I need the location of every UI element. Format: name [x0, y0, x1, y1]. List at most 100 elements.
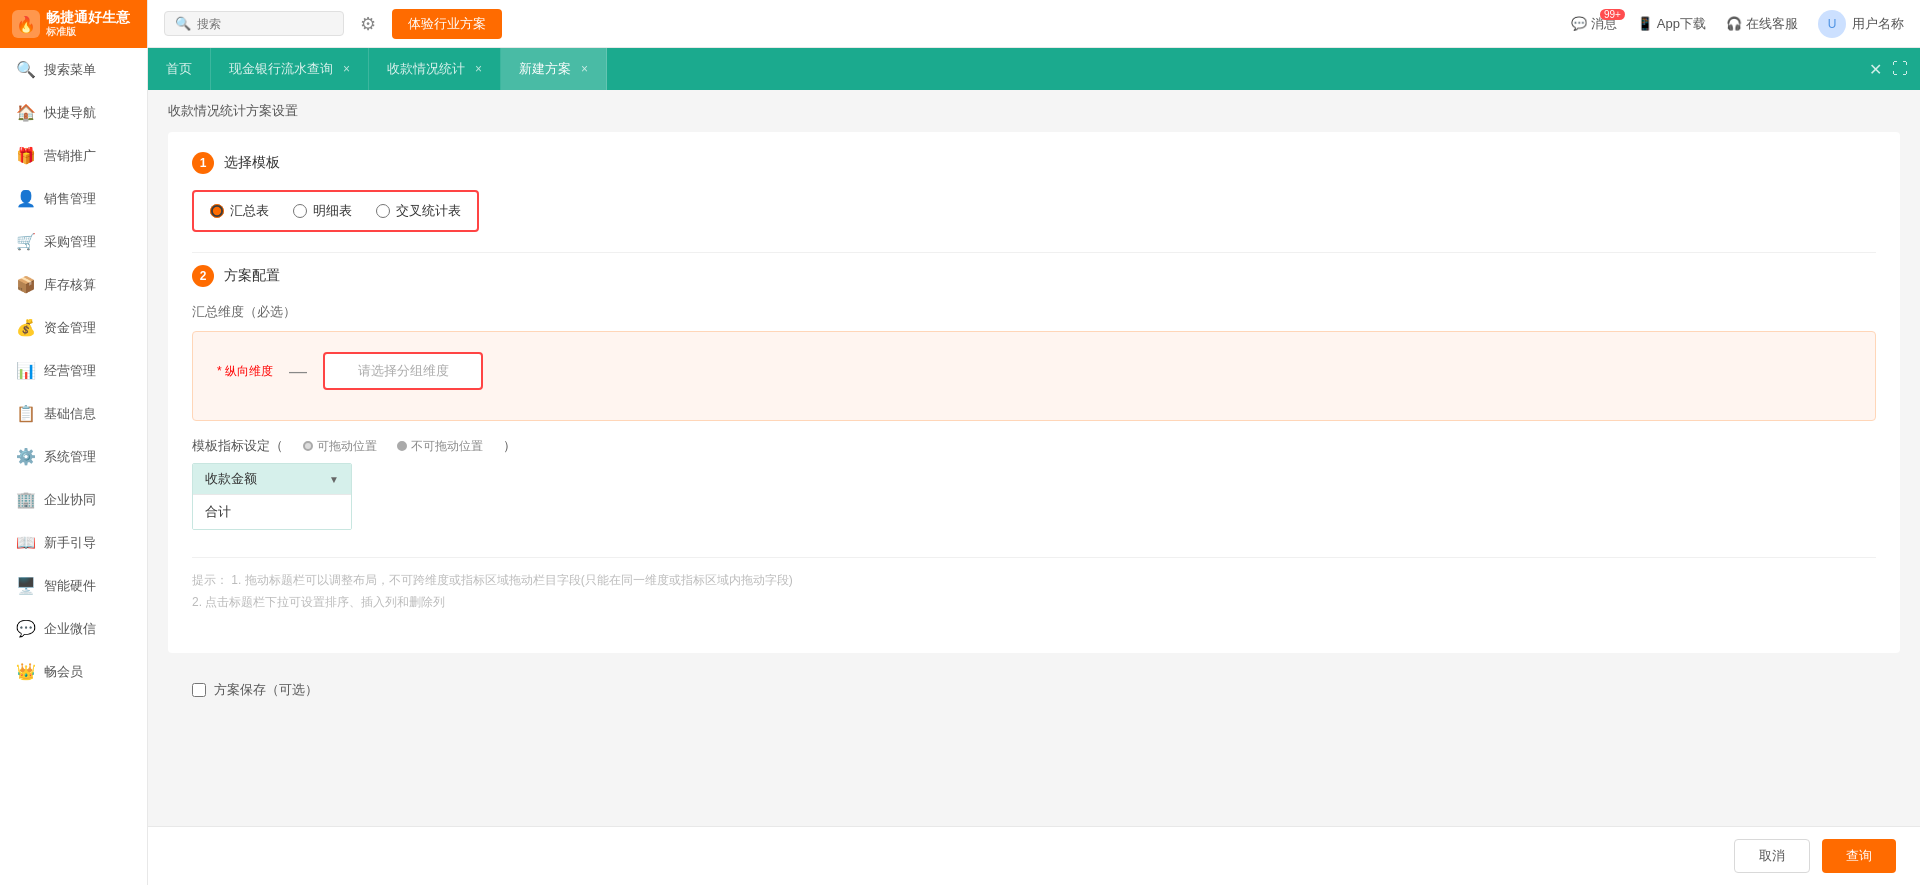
- gear-icon[interactable]: ⚙: [360, 13, 376, 35]
- sidebar-item-label: 新手引导: [44, 534, 96, 552]
- tab-home[interactable]: 首页: [148, 48, 211, 90]
- page-title: 收款情况统计方案设置: [168, 102, 1900, 120]
- sidebar-item-basic-info[interactable]: 📋基础信息: [0, 392, 147, 435]
- drag-dot-icon: [303, 441, 313, 451]
- sidebar-item-search-menu[interactable]: 🔍 搜索菜单: [0, 48, 147, 91]
- save-label: 方案保存（可选）: [214, 681, 318, 699]
- expand-window-icon[interactable]: ⛶: [1892, 60, 1908, 78]
- sidebar-item-label: 畅会员: [44, 663, 83, 681]
- template-selector: 汇总表 明细表 交叉统计表: [192, 190, 479, 232]
- sidebar-item-finance[interactable]: 💰资金管理: [0, 306, 147, 349]
- notification-badge[interactable]: 💬 消息 99+: [1571, 15, 1617, 33]
- operation-icon: 📊: [16, 361, 34, 380]
- step1-number: 1: [192, 152, 214, 174]
- support-icon: 🎧: [1726, 16, 1742, 31]
- hardware-icon: 🖥️: [16, 576, 34, 595]
- topbar: 🔍 ⚙ 体验行业方案 💬 消息 99+ 📱 App下载 🎧 在线客服 U 用户名…: [148, 0, 1920, 48]
- close-window-icon[interactable]: ✕: [1869, 60, 1882, 79]
- search-icon: 🔍: [175, 16, 191, 31]
- tabs-actions: ✕ ⛶: [1857, 48, 1920, 90]
- radio-summary[interactable]: 汇总表: [210, 202, 269, 220]
- search-menu-icon: 🔍: [16, 60, 34, 79]
- sidebar: 🔥 畅捷通好生意 标准版 🔍搜索菜单🏠快捷导航🎁营销推广👤销售管理🛒采购管理📦库…: [0, 0, 148, 885]
- metrics-label: 模板指标设定（ 可拖动位置 不可拖动位置 ）: [192, 437, 1876, 455]
- download-icon: 📱: [1637, 16, 1653, 31]
- dimension-selector[interactable]: 请选择分组维度: [323, 352, 483, 390]
- sidebar-item-operation[interactable]: 📊经营管理: [0, 349, 147, 392]
- sidebar-item-wechat[interactable]: 💬企业微信: [0, 607, 147, 650]
- sidebar-item-system[interactable]: ⚙️系统管理: [0, 435, 147, 478]
- marketing-icon: 🎁: [16, 146, 34, 165]
- no-draggable-label: 不可拖动位置: [411, 438, 483, 455]
- sidebar-item-label: 营销推广: [44, 147, 96, 165]
- step1-header: 1 选择模板: [192, 152, 1876, 174]
- sidebar-item-label: 库存核算: [44, 276, 96, 294]
- dimension-label: 汇总维度（必选）: [192, 303, 1876, 321]
- tip-2: 2. 点击标题栏下拉可设置排序、插入列和删除列: [192, 592, 1876, 614]
- sidebar-item-quick-nav[interactable]: 🏠快捷导航: [0, 91, 147, 134]
- search-input[interactable]: [197, 17, 327, 31]
- radio-detail[interactable]: 明细表: [293, 202, 352, 220]
- divider-1: [192, 252, 1876, 253]
- tabs-bar: 首页 现金银行流水查询 × 收款情况统计 × 新建方案 × ✕ ⛶: [148, 48, 1920, 90]
- sidebar-item-purchase[interactable]: 🛒采购管理: [0, 220, 147, 263]
- sidebar-item-inventory[interactable]: 📦 库存核算: [0, 263, 147, 306]
- online-support[interactable]: 🎧 在线客服: [1726, 15, 1798, 33]
- radio-cross-input[interactable]: [376, 204, 390, 218]
- tab-collection-stat[interactable]: 收款情况统计 ×: [369, 48, 501, 90]
- sidebar-item-label: 资金管理: [44, 319, 96, 337]
- tab-bank-flow-label: 现金银行流水查询: [229, 60, 333, 78]
- sidebar-item-label: 智能硬件: [44, 577, 96, 595]
- metrics-dropdown-icon[interactable]: ▼: [329, 474, 339, 485]
- step2-section: 2 方案配置 汇总维度（必选） 纵向维度 — 请选择分组维度: [192, 265, 1876, 613]
- sidebar-item-hardware[interactable]: 🖥️ 智能硬件: [0, 564, 147, 607]
- save-checkbox[interactable]: [192, 683, 206, 697]
- tab-new-plan-close[interactable]: ×: [581, 62, 588, 76]
- step1-section: 1 选择模板 汇总表 明细表: [192, 152, 1876, 232]
- sidebar-item-guide[interactable]: 📖 新手引导: [0, 521, 147, 564]
- tab-collection-stat-label: 收款情况统计: [387, 60, 465, 78]
- sidebar-item-sales[interactable]: 👤销售管理: [0, 177, 147, 220]
- tab-new-plan[interactable]: 新建方案 ×: [501, 48, 607, 90]
- guide-icon: 📖: [16, 533, 34, 552]
- sidebar-item-label: 企业协同: [44, 491, 96, 509]
- tip-1-text: 1. 拖动标题栏可以调整布局，不可跨维度或指标区域拖动栏目字段(只能在同一维度或…: [231, 573, 792, 587]
- draggable-label: 可拖动位置: [317, 438, 377, 455]
- sidebar-item-marketing[interactable]: 🎁 营销推广: [0, 134, 147, 177]
- no-drag-dot-icon: [397, 441, 407, 451]
- enterprise-icon: 🏢: [16, 490, 34, 509]
- message-icon: 💬: [1571, 16, 1587, 31]
- tab-bank-flow-close[interactable]: ×: [343, 62, 350, 76]
- radio-summary-input[interactable]: [210, 204, 224, 218]
- draggable-badge: 可拖动位置: [303, 438, 377, 455]
- main-card: 1 选择模板 汇总表 明细表: [168, 132, 1900, 653]
- app-download[interactable]: 📱 App下载: [1637, 15, 1706, 33]
- quick-nav-icon: 🏠: [16, 103, 34, 122]
- arrow-icon: —: [289, 361, 307, 382]
- query-button[interactable]: 查询: [1822, 839, 1896, 873]
- step2-header: 2 方案配置: [192, 265, 1876, 287]
- trial-button[interactable]: 体验行业方案: [392, 9, 502, 39]
- notification-count: 99+: [1600, 9, 1625, 20]
- radio-detail-input[interactable]: [293, 204, 307, 218]
- cancel-button[interactable]: 取消: [1734, 839, 1810, 873]
- user-info[interactable]: U 用户名称: [1818, 10, 1904, 38]
- inventory-icon: 📦: [16, 275, 34, 294]
- logo-icon: 🔥: [12, 10, 40, 38]
- avatar: U: [1818, 10, 1846, 38]
- page-container: 收款情况统计方案设置 1 选择模板 汇总表: [148, 90, 1920, 715]
- basic-info-icon: 📋: [16, 404, 34, 423]
- search-box[interactable]: 🔍: [164, 11, 344, 36]
- radio-cross[interactable]: 交叉统计表: [376, 202, 461, 220]
- sidebar-item-member[interactable]: 👑畅会员: [0, 650, 147, 693]
- sales-icon: 👤: [16, 189, 34, 208]
- tab-new-plan-label: 新建方案: [519, 60, 571, 78]
- topbar-right: 💬 消息 99+ 📱 App下载 🎧 在线客服 U 用户名称: [1571, 10, 1904, 38]
- bottom-bar: 取消 查询: [148, 826, 1920, 885]
- tab-collection-stat-close[interactable]: ×: [475, 62, 482, 76]
- tab-bank-flow[interactable]: 现金银行流水查询 ×: [211, 48, 369, 90]
- sidebar-item-enterprise[interactable]: 🏢 企业协同: [0, 478, 147, 521]
- sidebar-item-label: 搜索菜单: [44, 61, 96, 79]
- vertical-dim-label: 纵向维度: [217, 363, 273, 380]
- content-area: 收款情况统计方案设置 1 选择模板 汇总表: [148, 90, 1920, 826]
